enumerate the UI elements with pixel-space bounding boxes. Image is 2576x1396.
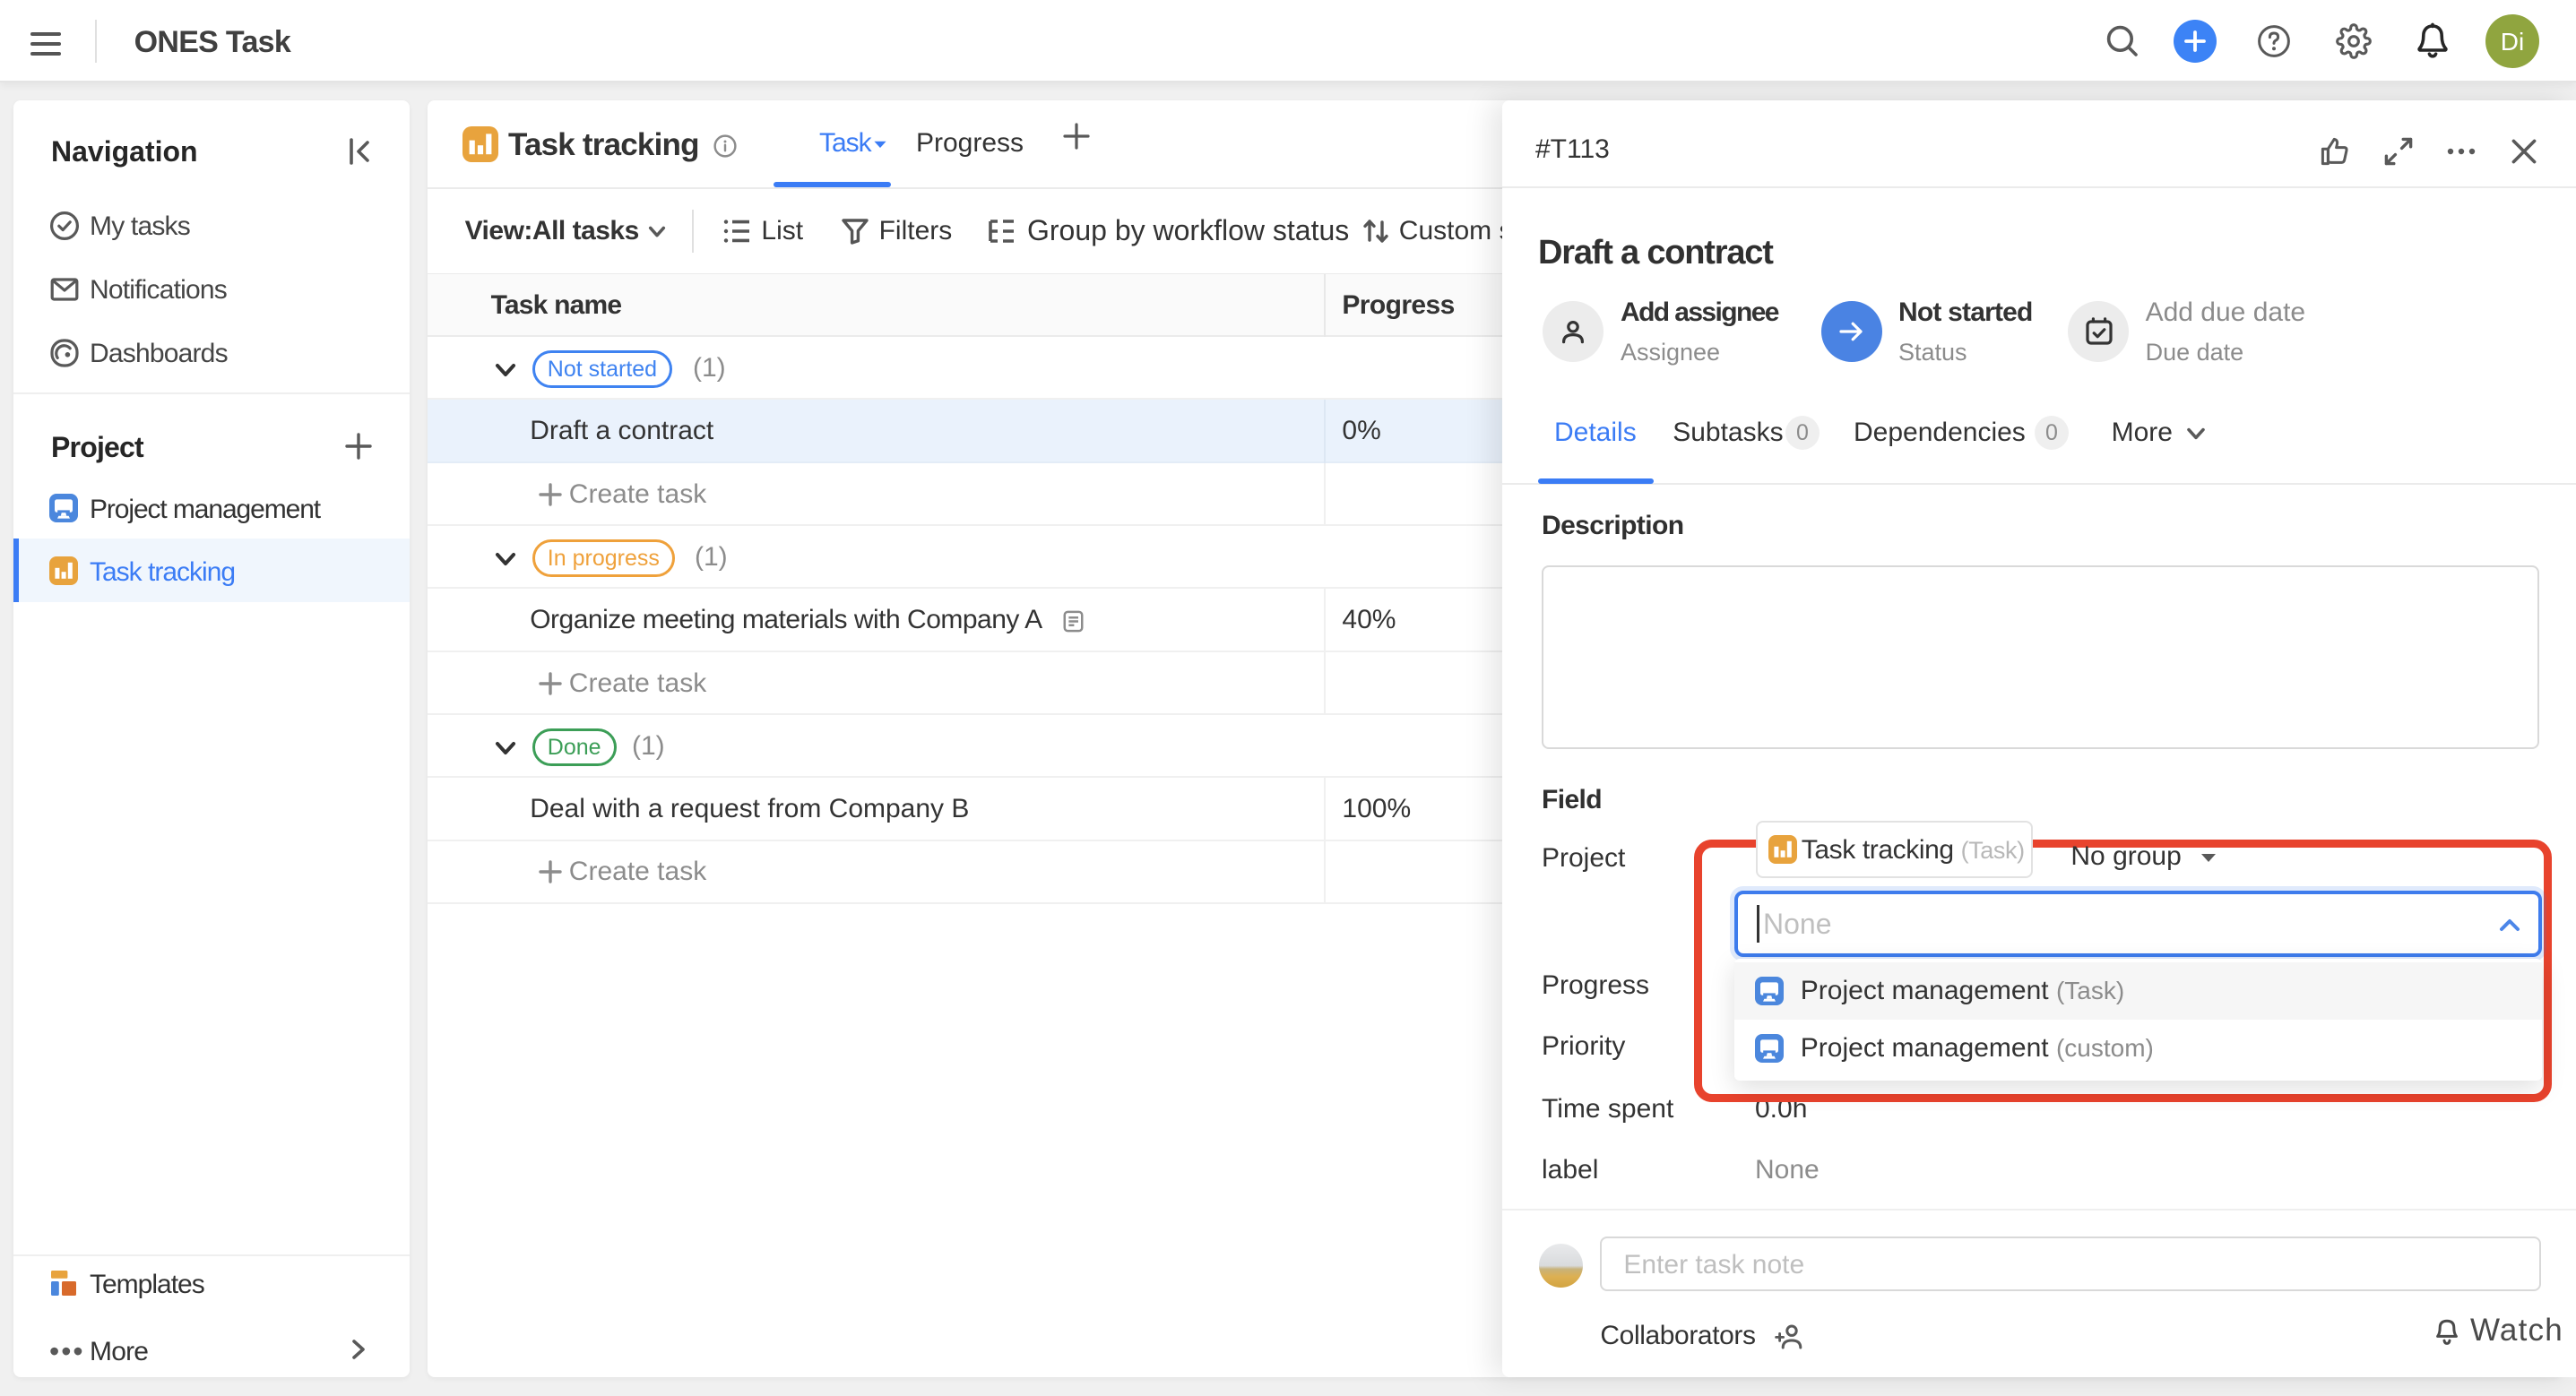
svg-text:Di: Di [2500,28,2523,56]
